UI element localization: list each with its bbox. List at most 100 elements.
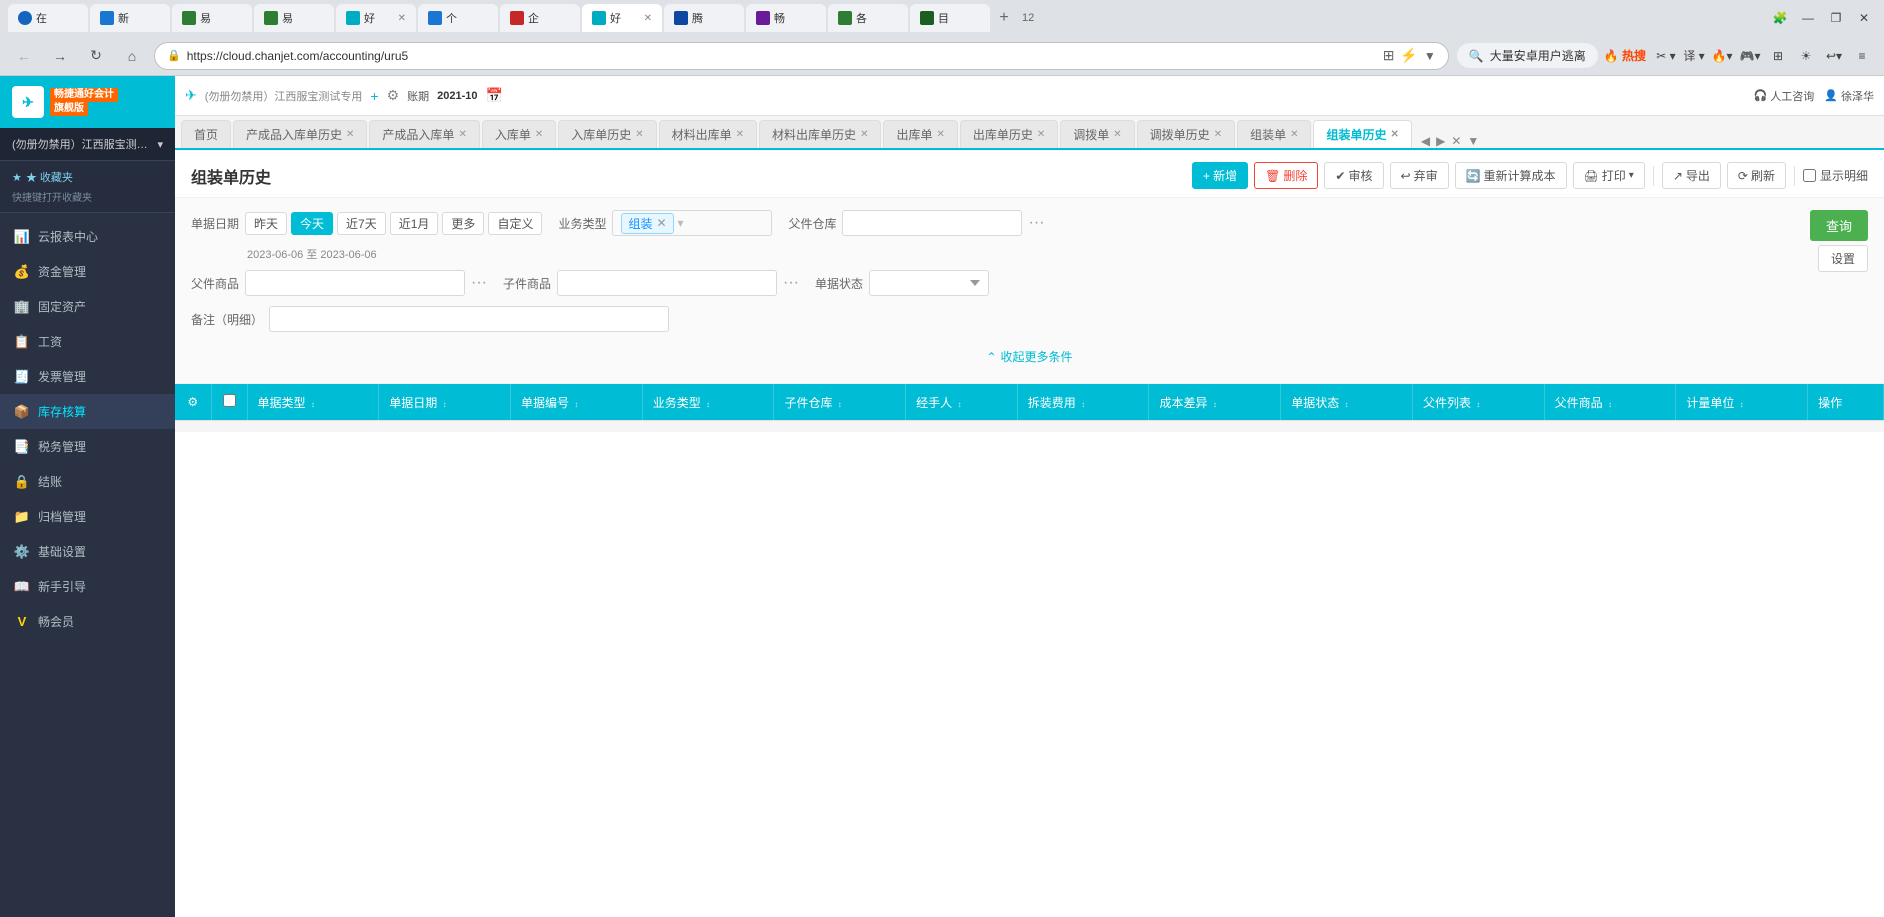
export-btn[interactable]: ↗ 导出 — [1662, 162, 1721, 189]
tab-mat-out-hist[interactable]: 材料出库单历史 ✕ — [759, 120, 881, 148]
minimize-btn[interactable]: — — [1796, 6, 1820, 30]
tab-close-transfer[interactable]: ✕ — [1113, 129, 1121, 140]
browser-tab-8[interactable]: 好 ✕ — [582, 4, 662, 32]
company-selector[interactable]: (勿册勿禁用）江西服宝测试专用 ▾ — [0, 128, 175, 161]
add-company-icon[interactable]: + — [370, 88, 378, 104]
maximize-btn[interactable]: ❐ — [1824, 6, 1848, 30]
tab-transfer[interactable]: 调拨单 ✕ — [1060, 120, 1134, 148]
tab-close-prod-in-hist[interactable]: ✕ — [346, 129, 354, 140]
service-btn[interactable]: 🎧 人工咨询 — [1754, 88, 1815, 104]
tab-mat-out[interactable]: 材料出库单 ✕ — [659, 120, 757, 148]
child-goods-dots[interactable]: ··· — [783, 274, 799, 292]
tab-home[interactable]: 首页 — [181, 120, 231, 148]
new-btn[interactable]: + 新增 — [1192, 162, 1248, 189]
tab-close-8[interactable]: ✕ — [644, 13, 652, 24]
tab-in-order[interactable]: 入库单 ✕ — [482, 120, 556, 148]
close-btn[interactable]: ✕ — [1852, 6, 1876, 30]
parent-goods-dots[interactable]: ··· — [471, 274, 487, 292]
browser-tab-11[interactable]: 各 — [828, 4, 908, 32]
search-box[interactable]: 🔍 大量安卓用户逃离 — [1457, 43, 1598, 68]
new-tab-button[interactable]: + — [992, 6, 1016, 30]
tab-prod-in-hist[interactable]: 产成品入库单历史 ✕ — [233, 120, 367, 148]
sidebar-item-payroll[interactable]: 📋 工资 — [0, 324, 175, 359]
tab-in-hist[interactable]: 入库单历史 ✕ — [558, 120, 656, 148]
1month-btn[interactable]: 近1月 — [390, 212, 439, 235]
back-btn[interactable]: ← — [10, 42, 38, 70]
col-biz-type[interactable]: 业务类型 ↕ — [642, 384, 774, 420]
tab-prod-in[interactable]: 产成品入库单 ✕ — [369, 120, 479, 148]
tab-close-current-icon[interactable]: ✕ — [1448, 134, 1464, 148]
browser-tab-6[interactable]: 个 — [418, 4, 498, 32]
remark-input[interactable] — [269, 306, 669, 332]
7days-btn[interactable]: 近7天 — [337, 212, 386, 235]
tab-close-5[interactable]: ✕ — [398, 13, 406, 24]
tab-close-out-order[interactable]: ✕ — [936, 129, 944, 140]
tab-assembly-hist[interactable]: 组装单历史 ✕ — [1313, 120, 1411, 148]
tab-out-hist[interactable]: 出库单历史 ✕ — [960, 120, 1058, 148]
today-btn[interactable]: 今天 — [291, 212, 333, 235]
child-goods-input[interactable] — [557, 270, 777, 296]
tab-close-assembly-hist[interactable]: ✕ — [1391, 129, 1399, 140]
browser-tab-10[interactable]: 畅 — [746, 4, 826, 32]
review-btn[interactable]: ✔ 审核 — [1324, 162, 1383, 189]
address-bar[interactable]: 🔒 https://cloud.chanjet.com/accounting/u… — [154, 42, 1449, 70]
lightning-icon[interactable]: ⚡ — [1400, 47, 1417, 64]
print-btn[interactable]: 🖨 打印 ▾ — [1573, 162, 1645, 189]
sidebar-item-tax[interactable]: 📑 税务管理 — [0, 429, 175, 464]
game-tool[interactable]: 🎮▾ — [1738, 44, 1762, 68]
query-btn[interactable]: 查询 — [1810, 210, 1868, 241]
tab-close-in-hist[interactable]: ✕ — [635, 129, 643, 140]
reload-btn[interactable]: ↻ — [82, 42, 110, 70]
col-child-warehouse[interactable]: 子件仓库 ↕ — [774, 384, 906, 420]
sidebar-item-invoice[interactable]: 🧾 发票管理 — [0, 359, 175, 394]
col-parent-list[interactable]: 父件列表 ↕ — [1412, 384, 1544, 420]
filter-settings-btn[interactable]: 设置 — [1818, 245, 1868, 272]
horizontal-scrollbar[interactable] — [175, 420, 1884, 432]
browser-tab-9[interactable]: 腾 — [664, 4, 744, 32]
col-parent-goods[interactable]: 父件商品 ↕ — [1544, 384, 1676, 420]
sidebar-item-reports[interactable]: 📊 云报表中心 — [0, 219, 175, 254]
browser-tab-5[interactable]: 好 ✕ — [336, 4, 416, 32]
col-doc-status[interactable]: 单据状态 ↕ — [1281, 384, 1413, 420]
collapse-btn[interactable]: ⌃ 收起更多条件 — [191, 342, 1868, 371]
print-dropdown-icon[interactable]: ▾ — [1629, 170, 1634, 181]
tab-out-order[interactable]: 出库单 ✕ — [883, 120, 957, 148]
col-doc-no[interactable]: 单据编号 ↕ — [510, 384, 642, 420]
recalc-btn[interactable]: 🔄 重新计算成本 — [1455, 162, 1567, 189]
parent-warehouse-input[interactable] — [842, 210, 1022, 236]
undo-tool[interactable]: ↩▾ — [1822, 44, 1846, 68]
parent-warehouse-dots[interactable]: ··· — [1028, 214, 1044, 232]
extensions-btn[interactable]: 🧩 — [1768, 6, 1792, 30]
sidebar-item-fixed-assets[interactable]: 🏢 固定资产 — [0, 289, 175, 324]
tab-close-mat-out-hist[interactable]: ✕ — [860, 129, 868, 140]
show-detail-input[interactable] — [1803, 169, 1816, 182]
custom-btn[interactable]: 自定义 — [488, 212, 542, 235]
forward-btn[interactable]: → — [46, 42, 74, 70]
more-btn[interactable]: 更多 — [442, 212, 484, 235]
select-all-checkbox[interactable] — [223, 394, 236, 407]
abandon-btn[interactable]: ↩ 弃审 — [1390, 162, 1449, 189]
settings-gear-icon[interactable]: ⚙ — [387, 87, 400, 104]
fire-tool[interactable]: 🔥▾ — [1710, 44, 1734, 68]
tab-close-in-order[interactable]: ✕ — [535, 129, 543, 140]
menu-btn[interactable]: ≡ — [1850, 44, 1874, 68]
browser-tab-4[interactable]: 易 — [254, 4, 334, 32]
col-disassembly-fee[interactable]: 拆装费用 ↕ — [1017, 384, 1149, 420]
browser-tab-12[interactable]: 目 — [910, 4, 990, 32]
col-handler[interactable]: 经手人 ↕ — [906, 384, 1018, 420]
yesterday-btn[interactable]: 昨天 — [245, 212, 287, 235]
browser-tab-3[interactable]: 易 — [172, 4, 252, 32]
grid-tool[interactable]: ⊞ — [1766, 44, 1790, 68]
sun-tool[interactable]: ☀ — [1794, 44, 1818, 68]
biz-type-tag-close[interactable]: ✕ — [656, 216, 666, 230]
col-settings[interactable]: ⚙ — [175, 384, 211, 420]
sidebar-item-membership[interactable]: V 畅会员 — [0, 604, 175, 639]
show-detail-checkbox[interactable]: 显示明细 — [1803, 167, 1868, 184]
col-cost-diff[interactable]: 成本差异 ↕ — [1149, 384, 1281, 420]
biz-type-dropdown-icon[interactable]: ▾ — [678, 216, 684, 230]
tab-close-out-hist[interactable]: ✕ — [1037, 129, 1045, 140]
calendar-icon[interactable]: 📅 — [486, 87, 503, 104]
translate-tool[interactable]: 译 ▾ — [1682, 44, 1706, 68]
tab-transfer-hist[interactable]: 调拨单历史 ✕ — [1137, 120, 1235, 148]
hot-tag[interactable]: 🔥 热搜 — [1604, 47, 1646, 64]
